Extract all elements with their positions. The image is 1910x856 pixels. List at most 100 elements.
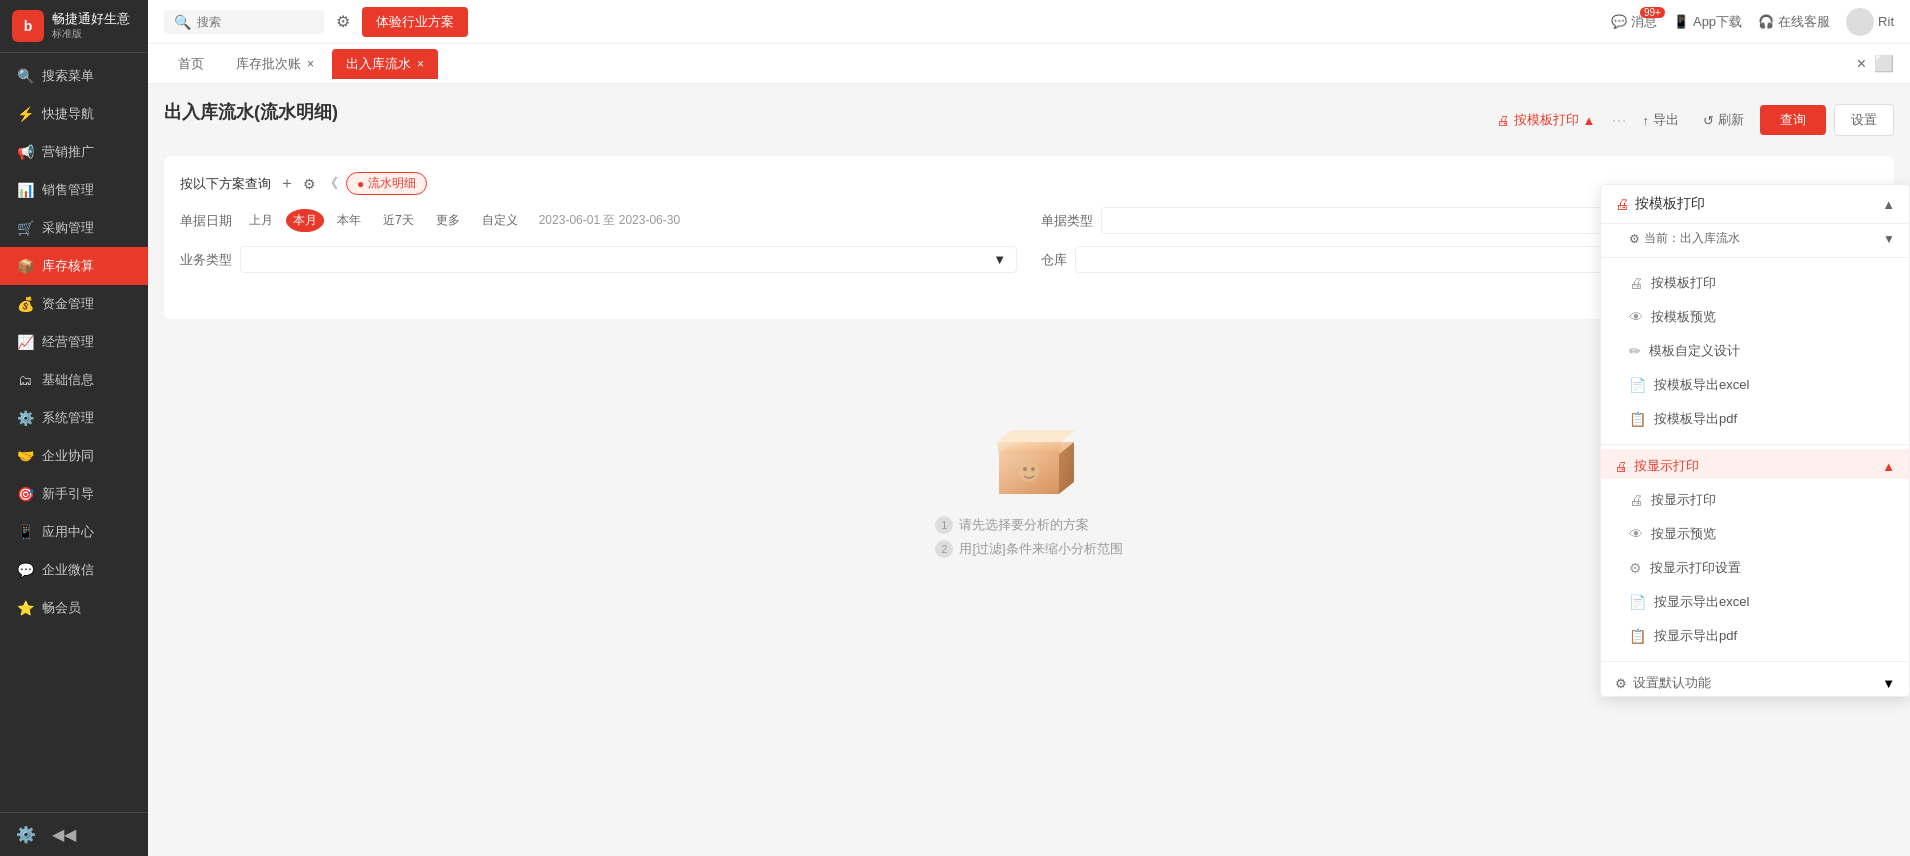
sidebar-item-label: 系统管理 xyxy=(42,409,94,427)
sidebar-item-system[interactable]: ⚙️ 系统管理 xyxy=(0,399,148,437)
tab-inventory-batch[interactable]: 库存批次账 × xyxy=(222,49,328,79)
export-button[interactable]: ↑ 导出 xyxy=(1635,107,1688,133)
sidebar-item-label: 企业微信 xyxy=(42,561,94,579)
sidebar-item-label: 基础信息 xyxy=(42,371,94,389)
template-excel-item[interactable]: 📄 按模板导出excel xyxy=(1601,368,1909,402)
sidebar-item-operations[interactable]: 📈 经营管理 xyxy=(0,323,148,361)
tab-home-label: 首页 xyxy=(178,55,204,73)
page-title: 出入库流水(流水明细) xyxy=(164,100,338,124)
tabs-right-controls: × ⬜ xyxy=(1857,54,1894,73)
toolbar: 🖨 按模板打印 ▲ ··· ↑ 导出 ↺ 刷新 查询 设置 xyxy=(1489,104,1894,136)
gear-icon[interactable]: ⚙ xyxy=(336,12,350,31)
display-print-item[interactable]: 🖨 按显示打印 xyxy=(1601,483,1909,517)
bottom-collapse-icon[interactable]: ◀◀ xyxy=(52,825,76,844)
online-service-button[interactable]: 🎧 在线客服 xyxy=(1758,13,1830,31)
template-custom-item[interactable]: ✏ 模板自定义设计 xyxy=(1601,334,1909,368)
date-btn-more[interactable]: 更多 xyxy=(427,209,469,232)
sidebar-item-member[interactable]: ⭐ 畅会员 xyxy=(0,589,148,627)
user-avatar-area[interactable]: Rit xyxy=(1846,8,1894,36)
query-button[interactable]: 查询 xyxy=(1760,105,1826,135)
sidebar-item-enterprise[interactable]: 🤝 企业协同 xyxy=(0,437,148,475)
sidebar-item-purchase[interactable]: 🛒 采购管理 xyxy=(0,209,148,247)
sidebar-item-guide[interactable]: 🎯 新手引导 xyxy=(0,475,148,513)
display-chevron-up-icon: ▲ xyxy=(1882,459,1895,474)
warehouse-label: 仓库 xyxy=(1041,251,1067,269)
search-box[interactable]: 🔍 xyxy=(164,10,324,34)
sidebar-item-label: 搜索菜单 xyxy=(42,67,94,85)
system-icon: ⚙️ xyxy=(16,410,34,426)
template-section: 🖨 按模板打印 👁 按模板预览 ✏ 模板自定义设计 📄 按模板导出excel 📋 xyxy=(1601,262,1909,440)
base-icon: 🗂 xyxy=(16,372,34,388)
tab-home[interactable]: 首页 xyxy=(164,49,218,79)
date-btn-this-month[interactable]: 本月 xyxy=(286,209,324,232)
current-badge: ⚙ 当前：出入库流水 ▼ xyxy=(1601,224,1909,253)
box-svg xyxy=(979,404,1079,504)
sidebar-item-finance[interactable]: 💰 资金管理 xyxy=(0,285,148,323)
sidebar-item-sales[interactable]: 📊 销售管理 xyxy=(0,171,148,209)
default-section-header[interactable]: ⚙ 设置默认功能 ▼ xyxy=(1601,666,1909,696)
setup-button[interactable]: 设置 xyxy=(1834,104,1894,136)
filter-settings-icon[interactable]: ⚙ xyxy=(303,176,316,192)
svg-marker-4 xyxy=(997,430,1076,442)
template-preview-item[interactable]: 👁 按模板预览 xyxy=(1601,300,1909,334)
sidebar-item-label: 销售管理 xyxy=(42,181,94,199)
display-preview-label: 按显示预览 xyxy=(1651,525,1716,543)
tab-close-active-icon[interactable]: × xyxy=(417,57,424,71)
bottom-settings-icon[interactable]: ⚙️ xyxy=(16,825,36,844)
print-template-button[interactable]: 🖨 按模板打印 ▲ xyxy=(1489,107,1604,133)
sidebar-item-wechat[interactable]: 💬 企业微信 xyxy=(0,551,148,589)
sidebar-item-base[interactable]: 🗂 基础信息 xyxy=(0,361,148,399)
sidebar-item-inventory[interactable]: 📦 库存核算 xyxy=(0,247,148,285)
display-pdf-label: 按显示导出pdf xyxy=(1654,627,1737,645)
search-input[interactable] xyxy=(197,15,297,29)
display-pdf-item[interactable]: 📋 按显示导出pdf xyxy=(1601,619,1909,653)
sidebar-item-label: 经营管理 xyxy=(42,333,94,351)
display-preview-icon: 👁 xyxy=(1629,526,1643,542)
date-btn-last-month[interactable]: 上月 xyxy=(240,209,282,232)
sidebar-item-marketing[interactable]: 📢 营销推广 xyxy=(0,133,148,171)
current-label: ⚙ xyxy=(1629,232,1640,246)
close-all-icon[interactable]: × xyxy=(1857,55,1866,73)
tab-inout-flow[interactable]: 出入库流水 × xyxy=(332,49,438,79)
dropdown-header[interactable]: 🖨 按模板打印 ▲ xyxy=(1601,185,1909,224)
display-print-settings-item[interactable]: ⚙ 按显示打印设置 xyxy=(1601,551,1909,585)
display-preview-item[interactable]: 👁 按显示预览 xyxy=(1601,517,1909,551)
filter-tag[interactable]: ● 流水明细 xyxy=(346,172,427,195)
date-btn-custom[interactable]: 自定义 xyxy=(473,209,527,232)
template-custom-icon: ✏ xyxy=(1629,343,1641,359)
filter-add-icon[interactable]: ＋ xyxy=(279,173,295,194)
biz-type-select[interactable]: ▼ xyxy=(240,246,1017,273)
display-section-header[interactable]: 🖨 按显示打印 ▲ xyxy=(1601,449,1909,479)
tab-close-icon[interactable]: × xyxy=(307,57,314,71)
svg-point-5 xyxy=(1019,462,1039,482)
filter-collapse-icon[interactable]: 《 xyxy=(324,175,338,193)
tab-inventory-batch-label: 库存批次账 xyxy=(236,55,301,73)
refresh-button[interactable]: ↺ 刷新 xyxy=(1695,107,1752,133)
date-btn-7days[interactable]: 近7天 xyxy=(374,209,423,232)
template-custom-label: 模板自定义设计 xyxy=(1649,342,1740,360)
sidebar-item-search[interactable]: 🔍 搜索菜单 xyxy=(0,57,148,95)
date-btn-this-year[interactable]: 本年 xyxy=(328,209,370,232)
app-download-button[interactable]: 📱 App下载 xyxy=(1673,13,1742,31)
sidebar-item-appstore[interactable]: 📱 应用中心 xyxy=(0,513,148,551)
display-settings-icon: ⚙ xyxy=(1629,560,1642,576)
sidebar-item-quicknav[interactable]: ⚡ 快捷导航 xyxy=(0,95,148,133)
sidebar-item-label: 营销推广 xyxy=(42,143,94,161)
tabs-bar: 首页 库存批次账 × 出入库流水 × × ⬜ xyxy=(148,44,1910,84)
template-excel-label: 按模板导出excel xyxy=(1654,376,1749,394)
template-excel-icon: 📄 xyxy=(1629,377,1646,393)
sidebar-item-label: 采购管理 xyxy=(42,219,94,237)
industry-button[interactable]: 体验行业方案 xyxy=(362,7,468,37)
purchase-icon: 🛒 xyxy=(16,220,34,236)
member-icon: ⭐ xyxy=(16,600,34,616)
display-excel-item[interactable]: 📄 按显示导出excel xyxy=(1601,585,1909,619)
template-pdf-item[interactable]: 📋 按模板导出pdf xyxy=(1601,402,1909,436)
logo-area: b 畅捷通好生意 标准版 xyxy=(0,0,148,53)
template-preview-label: 按模板预览 xyxy=(1651,308,1716,326)
sidebar-item-label: 新手引导 xyxy=(42,485,94,503)
current-label-text: 当前：出入库流水 xyxy=(1644,230,1740,247)
message-button[interactable]: 💬 消息 99+ xyxy=(1611,13,1657,31)
search-icon: 🔍 xyxy=(16,68,34,84)
restore-icon[interactable]: ⬜ xyxy=(1874,54,1894,73)
template-print-item[interactable]: 🖨 按模板打印 xyxy=(1601,266,1909,300)
